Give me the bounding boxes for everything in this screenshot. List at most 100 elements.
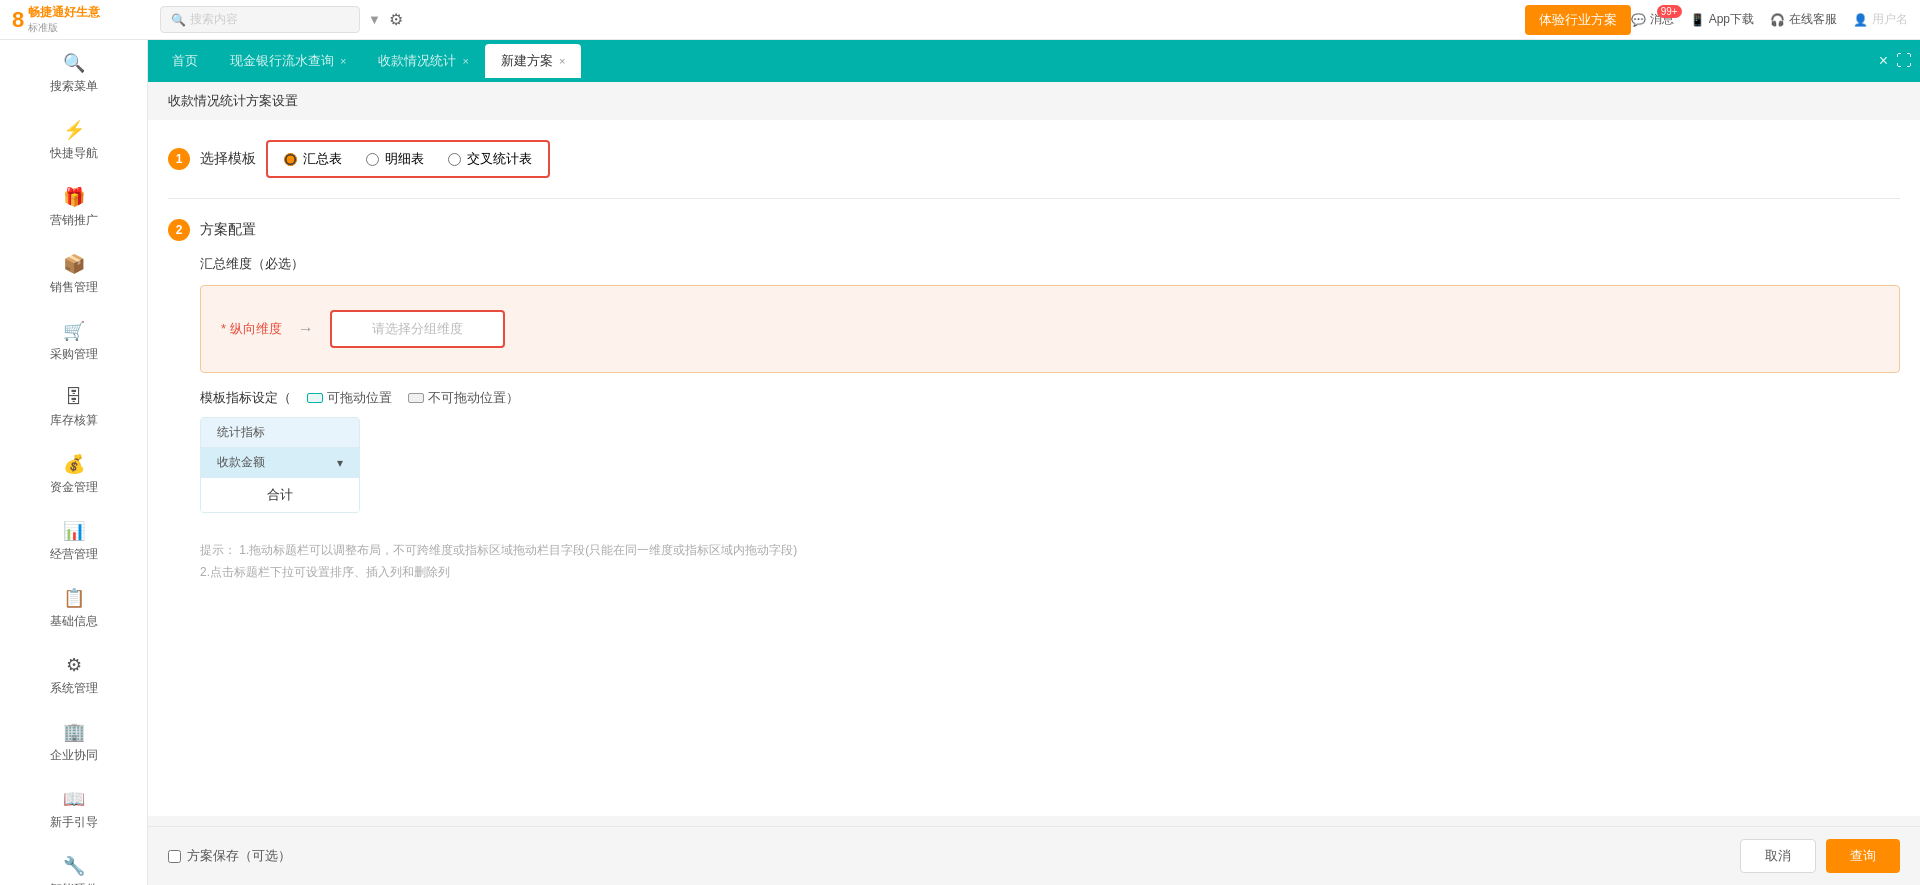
radio-detail[interactable]: 明细表 <box>366 150 424 168</box>
page-content: 收款情况统计方案设置 1 选择模板 汇总表 <box>148 82 1920 885</box>
radio-cross-input[interactable] <box>448 153 461 166</box>
dimension-select[interactable]: 请选择分组维度 <box>330 310 505 348</box>
metrics-header: 模板指标设定（ 可拖动位置 不可拖动位置） <box>200 389 1900 407</box>
main-layout: 🔍 搜索菜单 ⚡ 快捷导航 🎁 营销推广 📦 销售管理 🛒 采购管理 🗄 库存核… <box>0 40 1920 885</box>
sidebar-item-label-guide: 新手引导 <box>50 814 98 831</box>
service-icon: 🎧 <box>1770 13 1785 27</box>
dimension-label: 汇总维度（必选） <box>200 255 1900 273</box>
step2-number: 2 <box>168 219 190 241</box>
basic-info-icon: 📋 <box>63 587 85 609</box>
sidebar-item-finance[interactable]: 💰 资金管理 <box>0 441 147 508</box>
online-service[interactable]: 🎧 在线客服 <box>1770 11 1837 28</box>
sidebar-item-guide[interactable]: 📖 新手引导 <box>0 776 147 843</box>
hint1: 提示： 1.拖动标题栏可以调整布局，不可跨维度或指标区域拖动栏目字段(只能在同一… <box>200 540 1900 562</box>
radio-cross[interactable]: 交叉统计表 <box>448 150 532 168</box>
dropdown-icon[interactable]: ▼ <box>368 12 381 27</box>
user-area[interactable]: 👤 用户名 <box>1853 11 1908 28</box>
top-right-icons: 💬 消息 99+ 📱 App下载 🎧 在线客服 👤 用户名 <box>1631 11 1908 28</box>
radio-summary[interactable]: 汇总表 <box>284 150 342 168</box>
enterprise-icon: 🏢 <box>63 721 85 743</box>
guide-icon: 📖 <box>63 788 85 810</box>
template-radio-group: 汇总表 明细表 交叉统计表 <box>266 140 550 178</box>
tab-fullscreen-button[interactable]: ⛶ <box>1896 52 1912 70</box>
sidebar-item-marketing[interactable]: 🎁 营销推广 <box>0 174 147 241</box>
radio-detail-input[interactable] <box>366 153 379 166</box>
radio-summary-label: 汇总表 <box>303 150 342 168</box>
tab-home-label: 首页 <box>172 52 198 70</box>
search-icon: 🔍 <box>171 13 186 27</box>
tab-collection[interactable]: 收款情况统计 × <box>362 44 484 78</box>
radio-detail-label: 明细表 <box>385 150 424 168</box>
sidebar-item-label-quick: 快捷导航 <box>50 145 98 162</box>
sidebar-item-hardware[interactable]: 🔧 智能硬件 <box>0 843 147 885</box>
metrics-column-row[interactable]: 收款金额 ▾ <box>201 448 359 478</box>
metrics-config: 模板指标设定（ 可拖动位置 不可拖动位置） <box>200 389 1900 516</box>
draggable-text: 可拖动位置 <box>327 389 392 407</box>
management-icon: 📊 <box>63 520 85 542</box>
sidebar-item-inventory[interactable]: 🗄 库存核算 <box>0 375 147 441</box>
content-area: 首页 现金银行流水查询 × 收款情况统计 × 新建方案 × × ⛶ 收款情况统计… <box>148 40 1920 885</box>
metrics-table-header: 统计指标 <box>201 418 359 448</box>
download-label: App下载 <box>1709 11 1754 28</box>
metrics-column-label: 收款金额 <box>217 454 265 471</box>
metrics-header-label: 模板指标设定（ <box>200 389 291 407</box>
tab-close-all-button[interactable]: × <box>1879 52 1888 70</box>
tab-new-plan-close[interactable]: × <box>559 55 565 67</box>
sidebar: 🔍 搜索菜单 ⚡ 快捷导航 🎁 营销推广 📦 销售管理 🛒 采购管理 🗄 库存核… <box>0 40 148 885</box>
sidebar-item-management[interactable]: 📊 经营管理 <box>0 508 147 575</box>
search-box[interactable]: 🔍 搜索内容 <box>160 6 360 33</box>
sidebar-item-label-search: 搜索菜单 <box>50 78 98 95</box>
user-icon: 👤 <box>1853 13 1868 27</box>
tab-collection-close[interactable]: × <box>462 55 468 67</box>
step2-title: 方案配置 <box>200 221 256 239</box>
message-icon-wrapper[interactable]: 💬 消息 99+ <box>1631 11 1674 28</box>
save-checkbox[interactable] <box>168 850 181 863</box>
radio-summary-input[interactable] <box>284 153 297 166</box>
sidebar-item-label-purchase: 采购管理 <box>50 346 98 363</box>
search-menu-icon: 🔍 <box>63 52 85 74</box>
sidebar-item-purchase[interactable]: 🛒 采购管理 <box>0 308 147 375</box>
search-area: 🔍 搜索内容 ▼ ⚙ <box>160 6 1525 33</box>
non-draggable-text: 不可拖动位置） <box>428 389 519 407</box>
metrics-column-chevron: ▾ <box>337 456 343 470</box>
logo-version: 标准版 <box>28 21 100 35</box>
tab-bank-flow[interactable]: 现金银行流水查询 × <box>214 44 362 78</box>
tab-collection-label: 收款情况统计 <box>378 52 456 70</box>
sidebar-item-enterprise[interactable]: 🏢 企业协同 <box>0 709 147 776</box>
sidebar-item-system[interactable]: ⚙ 系统管理 <box>0 642 147 709</box>
step-divider <box>168 198 1900 199</box>
save-label: 方案保存（可选） <box>187 847 291 865</box>
tab-new-plan[interactable]: 新建方案 × <box>485 44 581 78</box>
sidebar-item-quick[interactable]: ⚡ 快捷导航 <box>0 107 147 174</box>
system-icon: ⚙ <box>66 654 82 676</box>
download-icon: 📱 <box>1690 13 1705 27</box>
sidebar-item-search[interactable]: 🔍 搜索菜单 <box>0 40 147 107</box>
sidebar-item-sales[interactable]: 📦 销售管理 <box>0 241 147 308</box>
app-download[interactable]: 📱 App下载 <box>1690 11 1754 28</box>
sidebar-item-label-enterprise: 企业协同 <box>50 747 98 764</box>
tab-bar: 首页 现金银行流水查询 × 收款情况统计 × 新建方案 × × ⛶ <box>148 40 1920 82</box>
query-button[interactable]: 查询 <box>1826 839 1900 873</box>
save-option[interactable]: 方案保存（可选） <box>168 847 291 865</box>
user-label: 用户名 <box>1872 11 1908 28</box>
step2-section: 2 方案配置 汇总维度（必选） * 纵向维度 → 请选择分组维度 <box>168 219 1900 583</box>
sidebar-item-label-hardware: 智能硬件 <box>50 881 98 885</box>
sales-icon: 📦 <box>63 253 85 275</box>
step1-section: 1 选择模板 汇总表 明细表 <box>168 140 1900 178</box>
step2-header: 2 方案配置 <box>168 219 1900 241</box>
sidebar-item-basic[interactable]: 📋 基础信息 <box>0 575 147 642</box>
sidebar-item-label-inventory: 库存核算 <box>50 412 98 429</box>
non-draggable-label: 不可拖动位置） <box>408 389 519 407</box>
purchase-icon: 🛒 <box>63 320 85 342</box>
tab-home[interactable]: 首页 <box>156 44 214 78</box>
bottom-bar: 方案保存（可选） 取消 查询 <box>148 826 1920 885</box>
tab-bank-flow-close[interactable]: × <box>340 55 346 67</box>
metrics-table-header-label: 统计指标 <box>217 424 265 441</box>
marketing-icon: 🎁 <box>63 186 85 208</box>
trial-button[interactable]: 体验行业方案 <box>1525 5 1631 35</box>
settings-icon[interactable]: ⚙ <box>389 10 403 29</box>
cancel-button[interactable]: 取消 <box>1740 839 1816 873</box>
message-icon: 💬 <box>1631 13 1646 27</box>
page-breadcrumb: 收款情况统计方案设置 <box>148 82 1920 120</box>
dimension-area: * 纵向维度 → 请选择分组维度 <box>200 285 1900 373</box>
